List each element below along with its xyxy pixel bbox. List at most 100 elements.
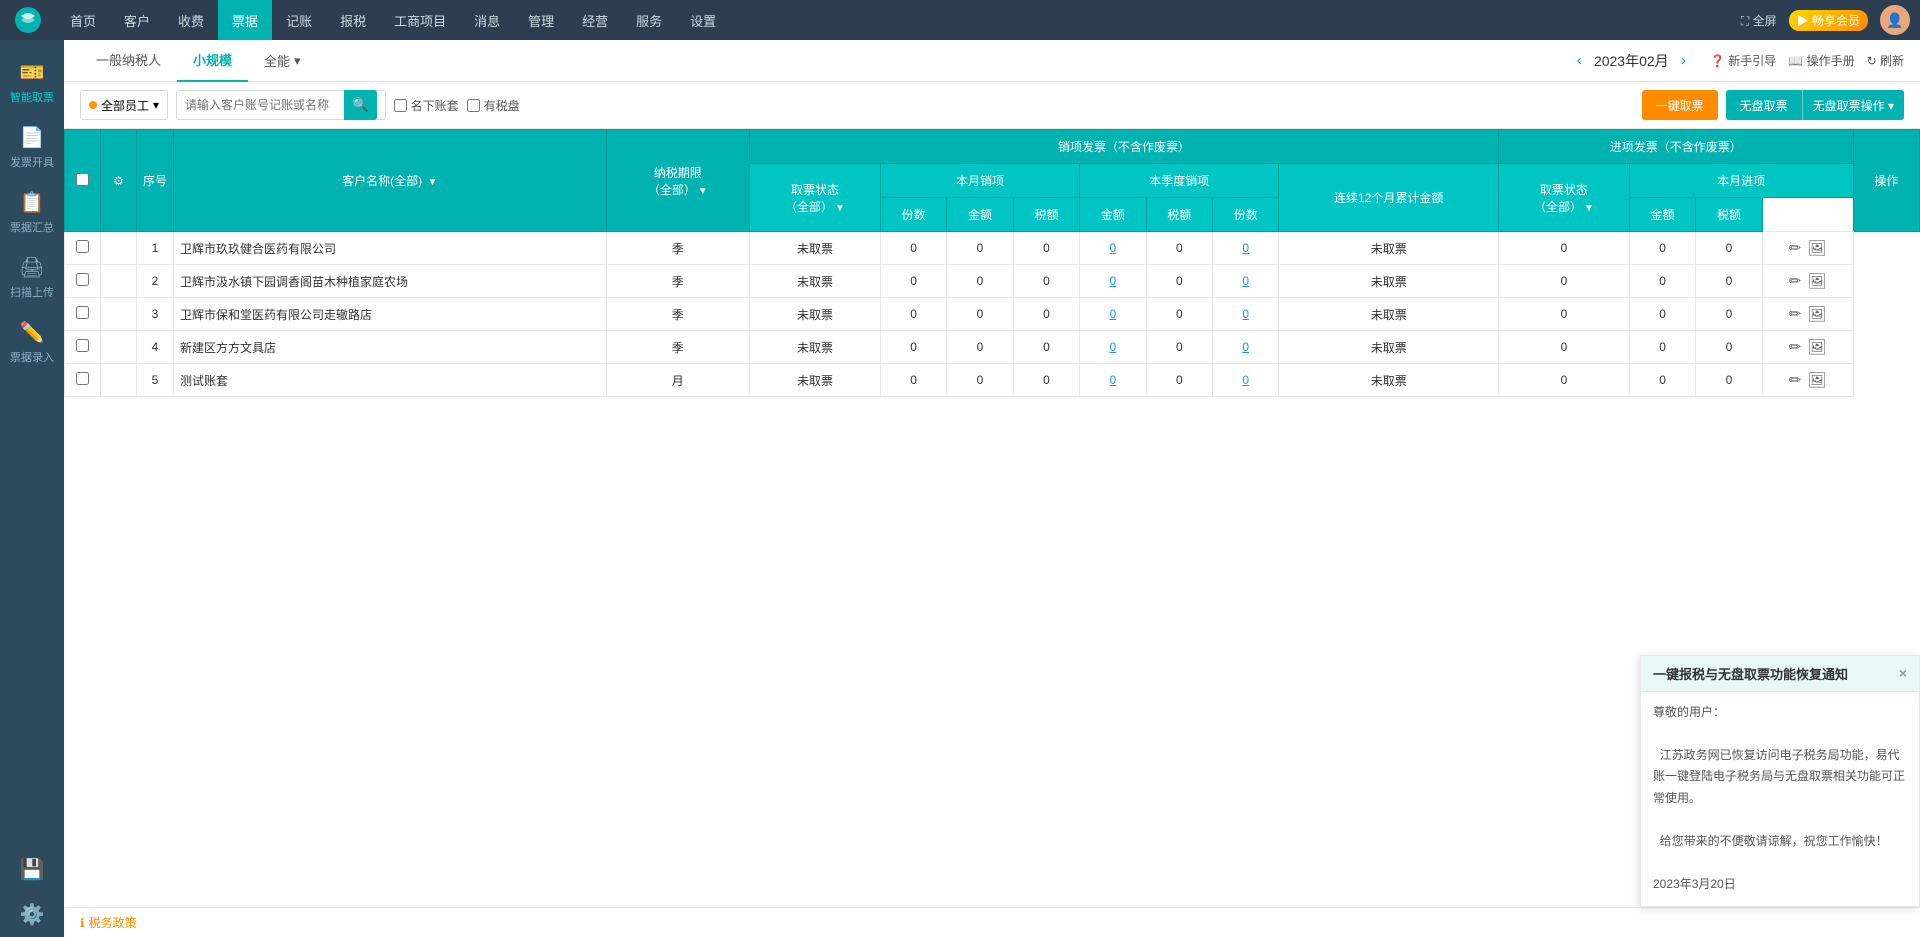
sidebar-item-smart-ticket[interactable]: 🎫 智能取票 [0, 50, 64, 115]
row-tax-period: 季 [606, 232, 750, 265]
fullscreen-btn[interactable]: ⛶ 全屏 [1741, 12, 1777, 29]
th-sales-month-tax: 税额 [1013, 198, 1079, 232]
employee-select[interactable]: 全部员工 ▾ [80, 90, 168, 120]
notification-text: 尊敬的用户： 江苏政务网已恢复访问电子税务局功能，易代账一键登陆电子税务局与无盘… [1653, 702, 1907, 896]
tab-all-capability[interactable]: 全能 ▾ [248, 40, 317, 82]
view-icon[interactable]: 🖼 [1807, 239, 1826, 257]
row-input-status: 未取票 [1279, 364, 1499, 397]
nav-invoice[interactable]: 票据 [218, 0, 272, 40]
nav-message[interactable]: 消息 [460, 0, 514, 40]
edit-icon[interactable]: ✏ [1789, 272, 1802, 290]
filter-icon[interactable]: ▼ [427, 177, 437, 188]
nav-business[interactable]: 工商项目 [380, 0, 460, 40]
select-all-checkbox[interactable] [76, 173, 89, 186]
th-operations: 操作 [1853, 130, 1919, 232]
prev-month-btn[interactable]: ‹ [1573, 48, 1586, 74]
filter-icon[interactable]: ▼ [698, 186, 708, 197]
nav-tax[interactable]: 报税 [326, 0, 380, 40]
sidebar-item-gear[interactable]: ⚙️ [0, 892, 64, 937]
th-sales-quarter: 本季度销项 [1080, 164, 1279, 198]
checkbox-taxdisk[interactable]: 有税盘 [467, 97, 520, 114]
notification-popup: 一键报税与无盘取票功能恢复通知 × 尊敬的用户： 江苏政务网已恢复访问电子税务局… [1640, 655, 1920, 907]
app-logo [10, 2, 46, 38]
smart-ticket-icon: 🎫 [20, 60, 45, 85]
th-checkbox [65, 130, 101, 232]
th-sales-quarter-amount: 金额 [1080, 198, 1146, 232]
one-key-ticket-btn[interactable]: 一键取票 [1642, 90, 1718, 120]
row-sales-month-tax: 0 [1013, 265, 1079, 298]
new-guide-btn[interactable]: ❓ 新手引导 [1710, 52, 1776, 69]
edit-icon[interactable]: ✏ [1789, 305, 1802, 323]
nav-home[interactable]: 首页 [56, 0, 110, 40]
th-sales-month: 本月销项 [880, 164, 1079, 198]
tax-policy-link[interactable]: 税务政策 [89, 914, 137, 931]
edit-icon[interactable]: ✏ [1789, 239, 1802, 257]
tab-general-taxpayer[interactable]: 一般纳税人 [80, 40, 177, 82]
row-input-month-amount: 0 [1629, 298, 1695, 331]
row-actions: ✏ 🖼 [1762, 298, 1853, 331]
bottom-bar[interactable]: ℹ 税务政策 [64, 907, 1920, 937]
nav-operation[interactable]: 经营 [568, 0, 622, 40]
row-sales-month-amount: 0 [947, 331, 1013, 364]
user-avatar[interactable]: 👤 [1880, 5, 1910, 35]
checkbox-subaccount[interactable]: 名下账套 [394, 97, 459, 114]
edit-icon[interactable]: ✏ [1789, 338, 1802, 356]
chevron-down-icon: ▾ [153, 98, 159, 112]
view-icon[interactable]: 🖼 [1807, 371, 1826, 389]
row-sales-month-count: 0 [880, 298, 946, 331]
row-client-name: 新建区方方文具店 [174, 331, 606, 364]
tab-small-scale[interactable]: 小规模 [177, 40, 248, 82]
sidebar-item-scan-upload[interactable]: 🖨 扫描上传 [0, 245, 64, 310]
nav-client[interactable]: 客户 [110, 0, 164, 40]
row-num: 3 [137, 298, 174, 331]
row-checkbox[interactable] [76, 372, 89, 385]
row-checkbox[interactable] [76, 339, 89, 352]
search-button[interactable]: 🔍 [344, 90, 377, 120]
th-input-status: 取票状态（全部）▼ [1498, 164, 1629, 232]
row-sales-quarter-tax: 0 [1146, 364, 1212, 397]
row-sales-month-count: 0 [880, 364, 946, 397]
edit-icon[interactable]: ✏ [1789, 371, 1802, 389]
search-input[interactable] [185, 98, 340, 112]
taxdisk-checkbox[interactable] [467, 99, 480, 112]
view-icon[interactable]: 🖼 [1807, 305, 1826, 323]
sidebar-item-invoice-summary[interactable]: 📋 票据汇总 [0, 180, 64, 245]
sidebar-item-label: 票据汇总 [10, 219, 54, 235]
no-disc-ticket-btn[interactable]: 无盘取票 [1726, 90, 1802, 120]
row-sales-quarter-tax: 0 [1146, 265, 1212, 298]
view-icon[interactable]: 🖼 [1807, 272, 1826, 290]
row-sales-month-tax: 0 [1013, 232, 1079, 265]
manual-btn[interactable]: 📖 操作手册 [1788, 52, 1854, 69]
sidebar-item-invoice-entry[interactable]: ✏️ 票据录入 [0, 310, 64, 375]
view-icon[interactable]: 🖼 [1807, 338, 1826, 356]
next-month-btn[interactable]: › [1677, 48, 1690, 74]
sidebar-bottom: 💾 ⚙️ [0, 847, 64, 937]
sidebar-item-save[interactable]: 💾 [0, 847, 64, 892]
no-disc-operation-btn[interactable]: 无盘取票操作 ▾ [1802, 90, 1904, 120]
filter-icon[interactable]: ▼ [835, 203, 845, 214]
subaccount-checkbox[interactable] [394, 99, 407, 112]
row-checkbox[interactable] [76, 240, 89, 253]
vip-btn[interactable]: ▶ 畅享会员 [1789, 10, 1868, 31]
row-sales-month-tax: 0 [1013, 364, 1079, 397]
row-checkbox-cell [65, 232, 101, 265]
table-row: 4 新建区方方文具店 季 未取票 0 0 0 0 0 0 未取票 0 0 0 ✏… [65, 331, 1920, 364]
nav-service[interactable]: 服务 [622, 0, 676, 40]
notification-close-btn[interactable]: × [1899, 665, 1907, 681]
sidebar-item-label: 发票开具 [10, 154, 54, 170]
row-actions: ✏ 🖼 [1762, 364, 1853, 397]
invoice-entry-icon: ✏️ [20, 320, 45, 345]
nav-accounting[interactable]: 记账 [272, 0, 326, 40]
table-body: 1 卫辉市玖玖健合医药有限公司 季 未取票 0 0 0 0 0 0 未取票 0 … [65, 232, 1920, 397]
sidebar-item-invoice-issue[interactable]: 📄 发票开具 [0, 115, 64, 180]
row-checkbox[interactable] [76, 273, 89, 286]
th-input-month-count: 份数 [1213, 198, 1279, 232]
row-input-month-count: 0 [1498, 265, 1629, 298]
row-checkbox[interactable] [76, 306, 89, 319]
nav-fee[interactable]: 收费 [164, 0, 218, 40]
chevron-down-icon: ▾ [294, 53, 301, 69]
filter-icon[interactable]: ▼ [1584, 203, 1594, 214]
refresh-btn[interactable]: ↻ 刷新 [1867, 52, 1904, 69]
nav-manage[interactable]: 管理 [514, 0, 568, 40]
nav-settings[interactable]: 设置 [676, 0, 730, 40]
